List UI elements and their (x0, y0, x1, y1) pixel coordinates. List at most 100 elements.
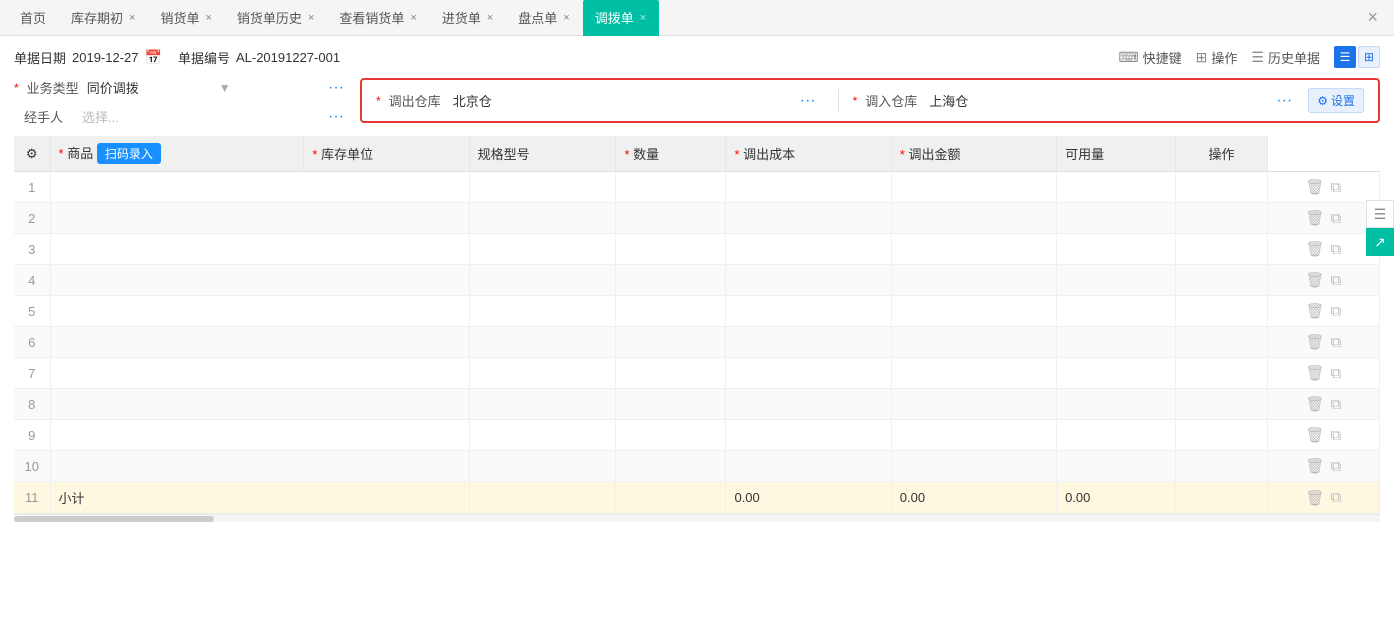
row-qty-7[interactable] (726, 358, 891, 389)
row-unit-9[interactable] (469, 420, 616, 451)
shortcuts-btn[interactable]: ⌨ 快捷键 (1118, 48, 1181, 67)
row-unit-8[interactable] (469, 389, 616, 420)
delete-icon-8[interactable]: 🗑 (1305, 395, 1324, 413)
row-amount-3[interactable] (1057, 234, 1176, 265)
copy-icon-9[interactable]: ⧉ (1331, 427, 1342, 444)
delete-icon-5[interactable]: 🗑 (1305, 302, 1324, 320)
row-qty-6[interactable] (726, 327, 891, 358)
source-warehouse-more[interactable]: ··· (800, 92, 816, 110)
delete-icon-7[interactable]: 🗑 (1305, 364, 1324, 382)
tab-view-sales-close[interactable]: × (410, 12, 416, 24)
row-qty-10[interactable] (726, 451, 891, 482)
delete-icon-6[interactable]: 🗑 (1305, 333, 1324, 351)
row-qty-3[interactable] (726, 234, 891, 265)
row-product-3[interactable] (50, 234, 469, 265)
copy-icon-6[interactable]: ⧉ (1331, 334, 1342, 351)
copy-icon-2[interactable]: ⧉ (1331, 210, 1342, 227)
copy-icon-7[interactable]: ⧉ (1331, 365, 1342, 382)
row-product-4[interactable] (50, 265, 469, 296)
row-unit-10[interactable] (469, 451, 616, 482)
row-product-1[interactable] (50, 172, 469, 203)
row-amount-1[interactable] (1057, 172, 1176, 203)
row-unit-2[interactable] (469, 203, 616, 234)
delete-icon-10[interactable]: 🗑 (1305, 457, 1324, 475)
row-product-2[interactable] (50, 203, 469, 234)
view-toggle-grid[interactable]: ⊞ (1358, 46, 1380, 68)
col-gear[interactable]: ⚙ (14, 136, 50, 172)
row-product-10[interactable] (50, 451, 469, 482)
row-cost-2[interactable] (891, 203, 1056, 234)
scrollbar-thumb[interactable] (14, 516, 214, 522)
row-amount-5[interactable] (1057, 296, 1176, 327)
row-cost-10[interactable] (891, 451, 1056, 482)
row-product-6[interactable] (50, 327, 469, 358)
row-unit-1[interactable] (469, 172, 616, 203)
row-spec-8[interactable] (616, 389, 726, 420)
copy-icon-8[interactable]: ⧉ (1331, 396, 1342, 413)
copy-icon-10[interactable]: ⧉ (1331, 458, 1342, 475)
row-qty-1[interactable] (726, 172, 891, 203)
calendar-icon[interactable]: 📅 (145, 49, 162, 66)
delete-icon-4[interactable]: 🗑 (1305, 271, 1324, 289)
tab-sales-history-close[interactable]: × (308, 12, 314, 24)
delete-icon-9[interactable]: 🗑 (1305, 426, 1324, 444)
row-product-8[interactable] (50, 389, 469, 420)
history-btn[interactable]: ☰ 历史单据 (1251, 48, 1320, 67)
copy-icon-1[interactable]: ⧉ (1331, 179, 1342, 196)
handler-placeholder[interactable]: 选择... (82, 107, 119, 126)
row-spec-10[interactable] (616, 451, 726, 482)
row-product-5[interactable] (50, 296, 469, 327)
tab-inventory-check-close[interactable]: × (563, 12, 569, 24)
row-available-9[interactable] (1176, 420, 1268, 451)
row-spec-6[interactable] (616, 327, 726, 358)
row-qty-5[interactable] (726, 296, 891, 327)
row-amount-9[interactable] (1057, 420, 1176, 451)
row-amount-10[interactable] (1057, 451, 1176, 482)
row-spec-4[interactable] (616, 265, 726, 296)
settings-button[interactable]: ⚙ 设置 (1308, 88, 1364, 113)
row-cost-7[interactable] (891, 358, 1056, 389)
subtotal-copy-icon[interactable]: ⧉ (1331, 489, 1342, 506)
row-available-3[interactable] (1176, 234, 1268, 265)
business-type-more[interactable]: ··· (328, 79, 344, 97)
row-cost-1[interactable] (891, 172, 1056, 203)
row-qty-2[interactable] (726, 203, 891, 234)
tab-purchase[interactable]: 进货单 × (430, 0, 506, 36)
tab-transfer[interactable]: 调拨单 × (583, 0, 659, 36)
copy-icon-3[interactable]: ⧉ (1331, 241, 1342, 258)
row-available-7[interactable] (1176, 358, 1268, 389)
tab-inventory-check[interactable]: 盘点单 × (506, 0, 582, 36)
row-spec-1[interactable] (616, 172, 726, 203)
row-cost-4[interactable] (891, 265, 1056, 296)
row-available-6[interactable] (1176, 327, 1268, 358)
row-cost-9[interactable] (891, 420, 1056, 451)
row-unit-7[interactable] (469, 358, 616, 389)
row-cost-3[interactable] (891, 234, 1056, 265)
delete-icon-2[interactable]: 🗑 (1305, 209, 1324, 227)
row-available-8[interactable] (1176, 389, 1268, 420)
tab-view-sales[interactable]: 查看销货单 × (327, 0, 429, 36)
row-amount-2[interactable] (1057, 203, 1176, 234)
row-qty-8[interactable] (726, 389, 891, 420)
row-cost-8[interactable] (891, 389, 1056, 420)
tab-sales-history[interactable]: 销货单历史 × (225, 0, 327, 36)
row-spec-2[interactable] (616, 203, 726, 234)
delete-icon-3[interactable]: 🗑 (1305, 240, 1324, 258)
row-available-2[interactable] (1176, 203, 1268, 234)
scan-button[interactable]: 扫码录入 (97, 143, 161, 164)
tab-inventory-init[interactable]: 库存期初 × (59, 0, 148, 36)
operations-btn[interactable]: ⊞ 操作 (1196, 48, 1238, 67)
row-spec-7[interactable] (616, 358, 726, 389)
row-spec-5[interactable] (616, 296, 726, 327)
row-amount-7[interactable] (1057, 358, 1176, 389)
row-cost-5[interactable] (891, 296, 1056, 327)
tab-sales-order-close[interactable]: × (205, 12, 211, 24)
tab-bar-close-btn[interactable]: × (1359, 7, 1386, 28)
row-available-4[interactable] (1176, 265, 1268, 296)
row-qty-9[interactable] (726, 420, 891, 451)
row-unit-6[interactable] (469, 327, 616, 358)
delete-icon-1[interactable]: 🗑 (1305, 178, 1324, 196)
row-product-9[interactable] (50, 420, 469, 451)
row-unit-4[interactable] (469, 265, 616, 296)
copy-icon-4[interactable]: ⧉ (1331, 272, 1342, 289)
